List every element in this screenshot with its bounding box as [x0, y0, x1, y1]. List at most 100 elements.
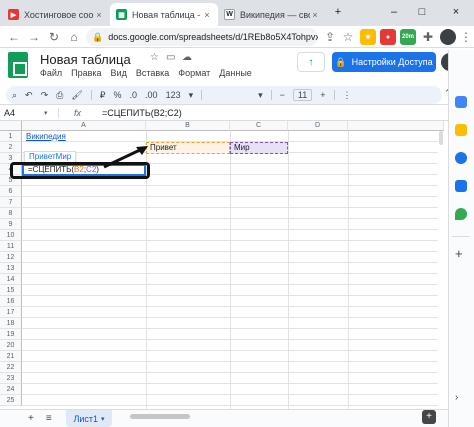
menu-format[interactable]: Формат — [178, 68, 210, 80]
select-all-corner[interactable] — [0, 121, 22, 131]
more-options-icon[interactable]: ⋮ — [343, 90, 352, 101]
browser-tab-wikipedia[interactable]: W Википедия — свобод... × — [218, 3, 326, 26]
address-bar[interactable]: 🔒 docs.google.com/spreadsheets/d/1REb8o5… — [86, 28, 318, 46]
present-button[interactable]: ↑ — [297, 52, 325, 72]
currency-icon[interactable]: ₽ — [100, 90, 106, 101]
close-tab-icon[interactable]: × — [202, 10, 212, 20]
bookmark-star-icon[interactable]: ☆ — [340, 29, 356, 45]
explore-button[interactable]: + — [422, 410, 436, 424]
menu-data[interactable]: Данные — [219, 68, 252, 80]
browser-tab-hosting[interactable]: ▶ Хостинговое сообщ... × — [2, 3, 110, 26]
sheets-logo[interactable] — [8, 52, 28, 78]
tasks-icon[interactable] — [455, 152, 467, 164]
minimize-button[interactable]: – — [386, 4, 402, 20]
row-header[interactable]: 13 — [0, 263, 22, 274]
extension-badge-icon[interactable]: 20m — [400, 29, 416, 45]
row-header[interactable]: 9 — [0, 219, 22, 230]
menu-insert[interactable]: Вставка — [136, 68, 169, 80]
chevron-down-icon[interactable]: ▾ — [44, 109, 58, 117]
chevron-down-icon[interactable]: ▾ — [189, 90, 194, 101]
row-header[interactable]: 15 — [0, 285, 22, 296]
print-icon[interactable]: ⎙ — [56, 90, 63, 101]
sheet-tab-list1[interactable]: Лист1 ▾ — [66, 410, 112, 427]
decrease-decimal-button[interactable]: .0 — [130, 90, 138, 100]
vertical-scrollbar[interactable] — [438, 131, 444, 409]
browser-menu-icon[interactable]: ⋮ — [458, 29, 474, 45]
row-header[interactable]: 21 — [0, 351, 22, 362]
row-header[interactable]: 2 — [0, 142, 22, 153]
move-folder-icon[interactable]: ▭ — [166, 52, 175, 63]
cell-a1[interactable]: Википедия — [24, 131, 66, 142]
maximize-button[interactable]: □ — [414, 4, 430, 20]
row-header[interactable]: 6 — [0, 186, 22, 197]
extension-icon[interactable]: ★ — [360, 29, 376, 45]
back-icon[interactable]: ← — [6, 29, 22, 45]
cell-c2[interactable]: Мир — [232, 142, 250, 153]
calendar-icon[interactable] — [455, 96, 467, 108]
reload-icon[interactable]: ↻ — [46, 29, 62, 45]
profile-avatar[interactable] — [440, 29, 456, 45]
browser-tab-sheets[interactable]: ▦ Новая таблица - Goo... × — [110, 3, 218, 26]
forward-icon[interactable]: → — [26, 29, 42, 45]
menu-file[interactable]: Файл — [40, 68, 62, 80]
row-header[interactable]: 25 — [0, 395, 22, 406]
menu-edit[interactable]: Правка — [71, 68, 101, 80]
star-icon[interactable]: ☆ — [150, 52, 159, 63]
undo-icon[interactable]: ↶ — [25, 90, 33, 101]
increase-decimal-button[interactable]: .00 — [145, 90, 158, 100]
name-box[interactable]: A4 — [0, 108, 44, 118]
close-tab-icon[interactable]: × — [94, 10, 104, 20]
row-header[interactable]: 12 — [0, 252, 22, 263]
add-addon-icon[interactable]: + — [455, 246, 463, 261]
number-format-button[interactable]: 123 — [166, 90, 181, 100]
extension-icon[interactable]: ● — [380, 29, 396, 45]
row-header[interactable]: 16 — [0, 296, 22, 307]
row-header[interactable]: 23 — [0, 373, 22, 384]
share-button[interactable]: 🔒 Настройки Доступа — [332, 52, 436, 72]
all-sheets-button[interactable]: ≡ — [46, 413, 52, 424]
contacts-icon[interactable] — [455, 180, 467, 192]
column-header-e[interactable] — [348, 121, 444, 131]
row-header[interactable]: 14 — [0, 274, 22, 285]
scrollbar-thumb[interactable] — [439, 131, 443, 145]
chevron-down-icon[interactable]: ▾ — [258, 90, 263, 101]
font-size-increase-icon[interactable]: + — [320, 90, 325, 100]
font-size-decrease-icon[interactable]: − — [280, 90, 285, 100]
cell-b2[interactable]: Привет — [148, 142, 177, 153]
new-tab-button[interactable]: + — [330, 4, 346, 20]
keep-icon[interactable] — [455, 124, 467, 136]
close-window-button[interactable]: × — [448, 4, 464, 20]
chevron-down-icon[interactable]: ▾ — [101, 415, 105, 423]
column-header-b[interactable]: B — [146, 121, 230, 131]
row-header[interactable]: 22 — [0, 362, 22, 373]
column-header-a[interactable]: A — [22, 121, 146, 131]
maps-icon[interactable] — [455, 208, 467, 220]
search-icon[interactable]: ⌕ — [12, 90, 17, 101]
font-size-input[interactable]: 11 — [292, 89, 313, 101]
formula-input[interactable]: =СЦЕПИТЬ(B2;C2) — [96, 108, 182, 118]
row-header[interactable]: 10 — [0, 230, 22, 241]
row-header[interactable]: 17 — [0, 307, 22, 318]
row-header[interactable]: 7 — [0, 197, 22, 208]
redo-icon[interactable]: ↷ — [41, 90, 49, 101]
extensions-puzzle-icon[interactable]: ✚ — [420, 29, 436, 45]
document-title[interactable]: Новая таблица — [40, 52, 131, 67]
column-header-d[interactable]: D — [288, 121, 348, 131]
row-header[interactable]: 11 — [0, 241, 22, 252]
share-page-icon[interactable]: ⇪ — [322, 29, 338, 45]
menu-view[interactable]: Вид — [111, 68, 127, 80]
horizontal-scrollbar-thumb[interactable] — [130, 414, 190, 419]
close-tab-icon[interactable]: × — [310, 10, 320, 20]
row-header[interactable]: 18 — [0, 318, 22, 329]
add-sheet-button[interactable]: + — [28, 413, 34, 424]
home-icon[interactable]: ⌂ — [66, 29, 82, 45]
row-header[interactable]: 1 — [0, 131, 22, 142]
row-header[interactable]: 8 — [0, 208, 22, 219]
paint-format-icon[interactable]: 🖌 — [71, 90, 82, 101]
row-header[interactable]: 19 — [0, 329, 22, 340]
percent-button[interactable]: % — [114, 90, 122, 100]
column-header-c[interactable]: C — [230, 121, 288, 131]
row-header[interactable]: 20 — [0, 340, 22, 351]
row-header[interactable]: 24 — [0, 384, 22, 395]
show-side-panel-icon[interactable]: › — [455, 392, 458, 403]
